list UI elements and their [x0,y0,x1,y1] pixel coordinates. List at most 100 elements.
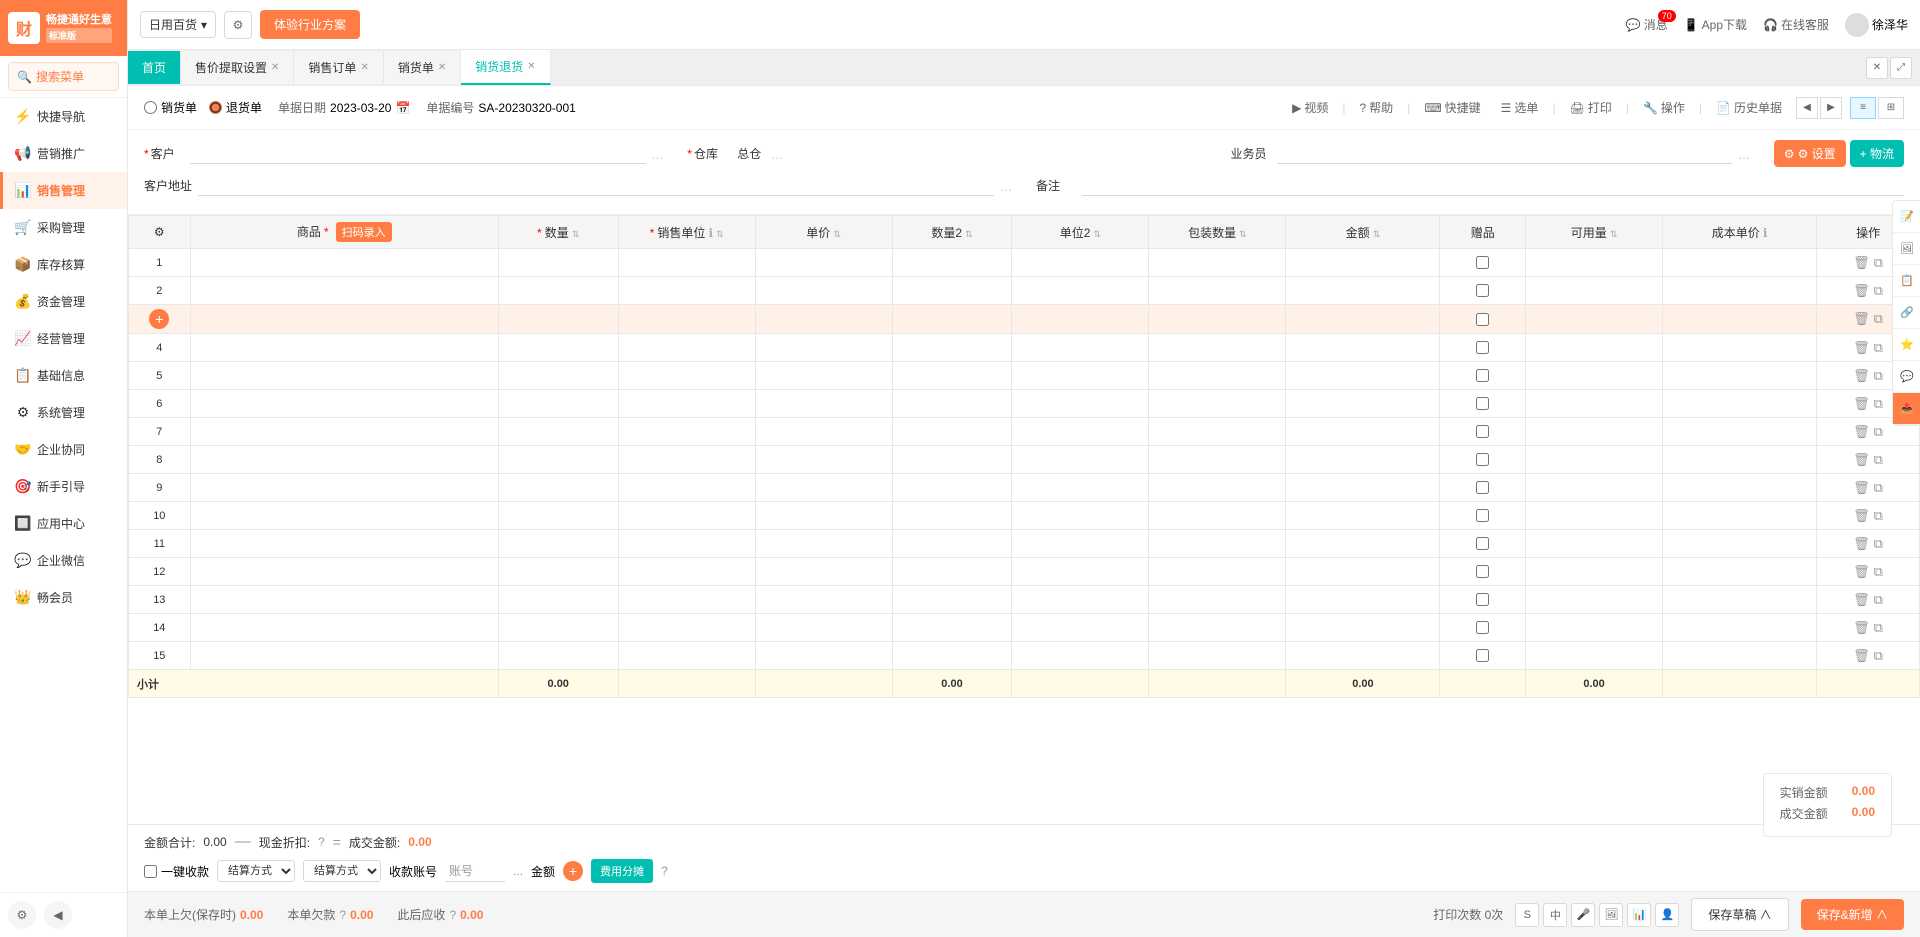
copy-icon[interactable]: ⧉ [1874,424,1883,440]
sidebar-item-member[interactable]: 👑 畅会员 [0,579,127,616]
address-input[interactable] [198,175,994,196]
tool-s-btn[interactable]: S [1515,903,1539,927]
sort-icon-5[interactable]: ⇅ [1094,229,1102,239]
sidebar-settings-button[interactable]: ⚙ [8,901,36,929]
row-unit2-2[interactable] [1012,277,1149,305]
row-product-3[interactable] [190,305,498,334]
sort-icon-2[interactable]: ⇅ [716,229,724,239]
gift-chk[interactable] [1476,369,1489,382]
calc-method-select[interactable]: 结算方式 [303,860,381,882]
radio-delivery[interactable]: 销货单 [144,99,197,116]
sort-icon-3[interactable]: ⇅ [833,229,841,239]
del-icon[interactable]: 🗑 [1853,340,1870,356]
sidebar-item-operations[interactable]: 📈 经营管理 [0,320,127,357]
sort-icon-4[interactable]: ⇅ [965,229,973,239]
row-unit-1[interactable] [618,249,755,277]
gift-chk[interactable] [1476,565,1489,578]
tab-sales-return[interactable]: 销货退货 ✕ [461,50,550,85]
panel-msg-button[interactable]: 💬 [1893,361,1920,393]
tab-sales-delivery-close[interactable]: ✕ [438,62,446,73]
toolbar-operate[interactable]: 🔧 操作 [1637,96,1691,119]
scan-barcode-button[interactable]: 扫码录入 [336,222,392,242]
tab-close-button[interactable]: ✕ [1866,57,1888,79]
tab-expand-button[interactable]: ⤢ [1890,57,1912,79]
experience-button[interactable]: 体验行业方案 [260,10,360,39]
row-unit-3[interactable] [618,305,755,334]
del-icon[interactable]: 🗑 [1853,396,1870,412]
radio-return[interactable]: 退货单 [209,99,262,116]
fee-help-icon[interactable]: ? [661,864,668,878]
save-draft-button[interactable]: 保存草稿 ∧ [1691,898,1788,931]
sidebar-item-quick-nav[interactable]: ⚡ 快捷导航 [0,98,127,135]
tool-zh-btn[interactable]: 中 [1543,903,1567,927]
panel-link-button[interactable]: 🔗 [1893,297,1920,329]
del-icon[interactable]: 🗑 [1853,424,1870,440]
row-cost-3[interactable] [1663,305,1817,334]
row-avail-3[interactable] [1526,305,1663,334]
row-gift-1[interactable] [1440,249,1526,277]
one-click-checkbox[interactable] [144,865,157,878]
tool-mic-btn[interactable]: 🎤 [1571,903,1595,927]
toolbar-help[interactable]: ? 帮助 [1353,96,1399,119]
one-click-payment-checkbox[interactable]: 一键收款 [144,863,209,880]
gift-chk[interactable] [1476,425,1489,438]
row-gift-3[interactable] [1440,305,1526,334]
row-amount-1[interactable] [1286,249,1440,277]
unit-info-icon[interactable]: ℹ [708,226,713,240]
sidebar-item-system[interactable]: ⚙ 系统管理 [0,394,127,431]
copy-icon[interactable]: ⧉ [1874,508,1883,524]
radio-return-input[interactable] [209,101,222,114]
category-select[interactable]: 日用百货 ▾ [140,11,216,38]
row-price-2[interactable] [755,277,892,305]
copy-icon[interactable]: ⧉ [1874,452,1883,468]
row-unit-2[interactable] [618,277,755,305]
row-pkg-3[interactable] [1149,305,1286,334]
gift-chk[interactable] [1476,537,1489,550]
tab-sales-price-close[interactable]: ✕ [271,62,279,73]
sort-icon-7[interactable]: ⇅ [1373,229,1381,239]
gift-chk[interactable] [1476,621,1489,634]
row-pkg-2[interactable] [1149,277,1286,305]
tab-sales-price[interactable]: 售价提取设置 ✕ [181,51,294,84]
gift-chk[interactable] [1476,593,1489,606]
copy-row-2-icon[interactable]: ⧉ [1874,283,1883,299]
receivable-help-icon[interactable]: ? [449,908,456,922]
account-select-dots[interactable]: ... [513,864,523,878]
sidebar-item-purchase[interactable]: 🛒 采购管理 [0,209,127,246]
note-input[interactable] [1082,175,1904,196]
staff-input[interactable] [1277,143,1733,164]
online-service-button[interactable]: 🎧 在线客服 [1763,16,1829,33]
row-amount-3[interactable] [1286,305,1440,334]
row-unit2-3[interactable] [1012,305,1149,334]
tool-person-btn[interactable]: 👤 [1655,903,1679,927]
del-icon[interactable]: 🗑 [1853,508,1870,524]
toolbar-video[interactable]: ▶ 视频 [1286,96,1334,119]
add-logistics-button[interactable]: + 物流 [1850,140,1904,167]
del-icon[interactable]: 🗑 [1853,564,1870,580]
toolbar-select[interactable]: ☰ 选单 [1495,96,1545,119]
sort-icon[interactable]: ⇅ [572,229,580,239]
gift-checkbox-2[interactable] [1476,284,1489,297]
row-price-1[interactable] [755,249,892,277]
copy-icon[interactable]: ⧉ [1874,536,1883,552]
del-icon[interactable]: 🗑 [1853,620,1870,636]
sidebar-item-enterprise[interactable]: 🤝 企业协同 [0,431,127,468]
table-view-button[interactable]: ≡ [1850,97,1876,119]
prev-record-button[interactable]: ◀ [1796,97,1818,119]
copy-icon[interactable]: ⧉ [1874,564,1883,580]
toolbar-history[interactable]: 📄 历史单据 [1710,96,1788,119]
app-download-button[interactable]: 📱 App下载 [1684,16,1747,33]
settlement-method-select[interactable]: 结算方式 [217,860,295,882]
tool-img-btn[interactable]: 🖼 [1599,903,1623,927]
sort-icon-6[interactable]: ⇅ [1239,229,1247,239]
copy-icon[interactable]: ⧉ [1874,648,1883,664]
del-icon[interactable]: 🗑 [1853,592,1870,608]
row-qty2-2[interactable] [892,277,1012,305]
radio-delivery-input[interactable] [144,101,157,114]
th-gear[interactable]: ⚙ [129,216,191,249]
row-qty2-1[interactable] [892,249,1012,277]
tab-sales-order-close[interactable]: ✕ [360,62,368,73]
panel-action-button[interactable]: 📤 [1893,393,1920,425]
delete-row-1-icon[interactable]: 🗑 [1853,255,1870,271]
copy-icon[interactable]: ⧉ [1874,620,1883,636]
